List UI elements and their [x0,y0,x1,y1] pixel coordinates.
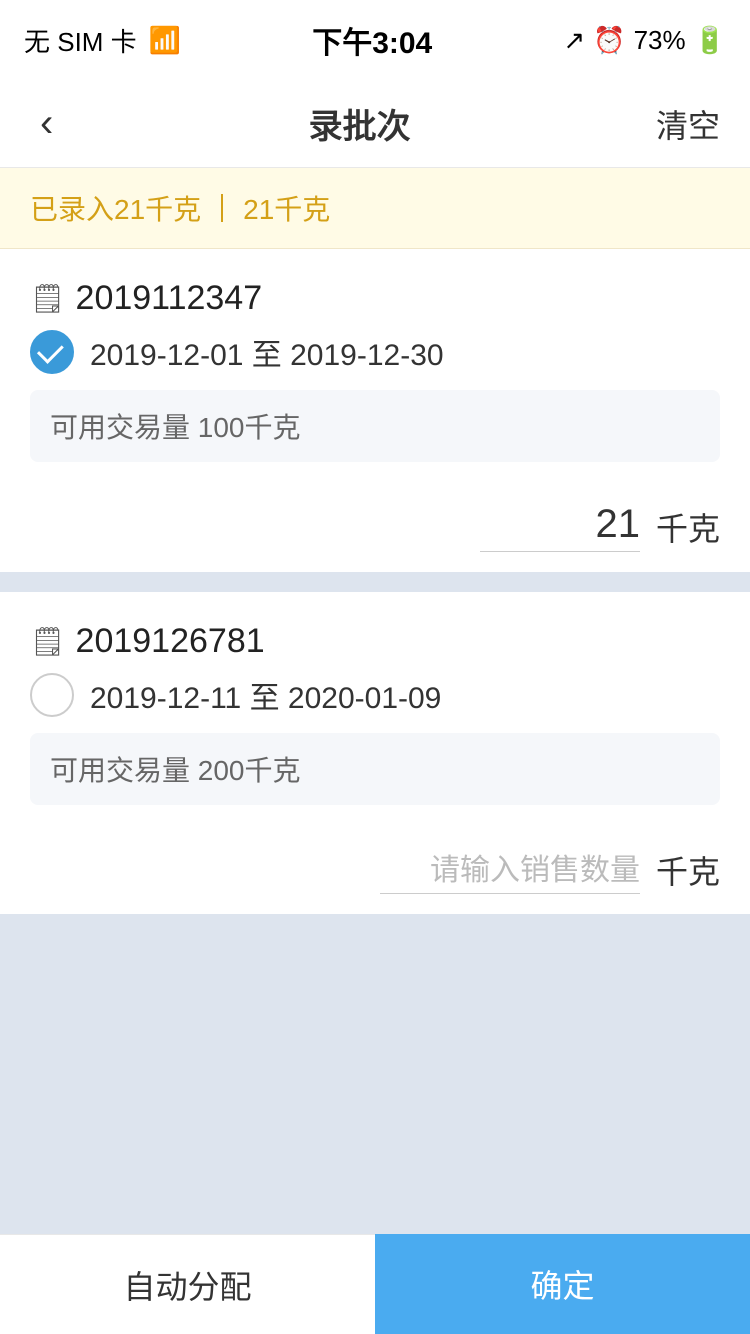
status-left: 无 SIM 卡 📶 [24,22,181,59]
back-button[interactable]: ‹ [30,91,63,156]
nav-bar: ‹ 录批次 清空 [0,80,750,168]
batch-header-1: 🗒 2019112347 [30,279,720,318]
location-icon: ↗ [563,25,585,56]
input-unit-2: 千克 [656,847,720,893]
batch-date-2: 2019-12-11 至 2020-01-09 [90,673,441,717]
quantity-unit-1: 千克 [656,504,720,550]
batch-date-1: 2019-12-01 至 2019-12-30 [90,330,444,374]
batch-icon-2: 🗒 [30,625,66,658]
batch-available-1: 可用交易量 100千克 [30,390,720,462]
batch-item-2: 🗒 2019126781 2019-12-11 至 2020-01-09 可用交… [0,592,750,825]
summary-recorded: 已录入21千克 [30,188,201,228]
batch-available-2: 可用交易量 200千克 [30,733,720,805]
clear-button[interactable]: 清空 [656,101,720,147]
battery-icon: 🔋 [694,25,726,56]
batch-id-2: 2019126781 [76,622,265,661]
input-row-2: 请输入销售数量 千克 [0,825,750,914]
quantity-input-2[interactable]: 请输入销售数量 [380,845,640,894]
alarm-icon: ⏰ [593,25,625,56]
summary-divider [221,194,223,222]
radio-btn-1[interactable] [30,330,74,374]
summary-total: 21千克 [243,188,330,228]
radio-btn-2[interactable] [30,673,74,717]
batch-item-1: 🗒 2019112347 2019-12-01 至 2019-12-30 可用交… [0,249,750,482]
bottom-bar: 自动分配 确定 [0,1234,750,1334]
batch-id-1: 2019112347 [76,279,263,318]
auto-distribute-button[interactable]: 自动分配 [0,1234,375,1334]
page-title: 录批次 [309,99,411,148]
quantity-row-1: 21 千克 [0,482,750,572]
summary-banner: 已录入21千克 21千克 [0,168,750,249]
wifi-icon: 📶 [149,25,181,56]
carrier-text: 无 SIM 卡 [24,22,137,59]
batch-date-row-1: 2019-12-01 至 2019-12-30 [30,330,720,374]
status-right: ↗ ⏰ 73% 🔋 [563,25,726,56]
section-separator [0,572,750,592]
quantity-display-1[interactable]: 21 [480,502,640,552]
input-placeholder-2: 请输入销售数量 [430,854,640,887]
quantity-value-1: 21 [595,502,640,546]
batch-icon-1: 🗒 [30,282,66,315]
battery-text: 73% [634,25,686,56]
status-bar: 无 SIM 卡 📶 下午3:04 ↗ ⏰ 73% 🔋 [0,0,750,80]
batch-date-row-2: 2019-12-11 至 2020-01-09 [30,673,720,717]
batch-header-2: 🗒 2019126781 [30,622,720,661]
confirm-button[interactable]: 确定 [375,1234,750,1334]
status-time: 下午3:04 [312,18,432,62]
